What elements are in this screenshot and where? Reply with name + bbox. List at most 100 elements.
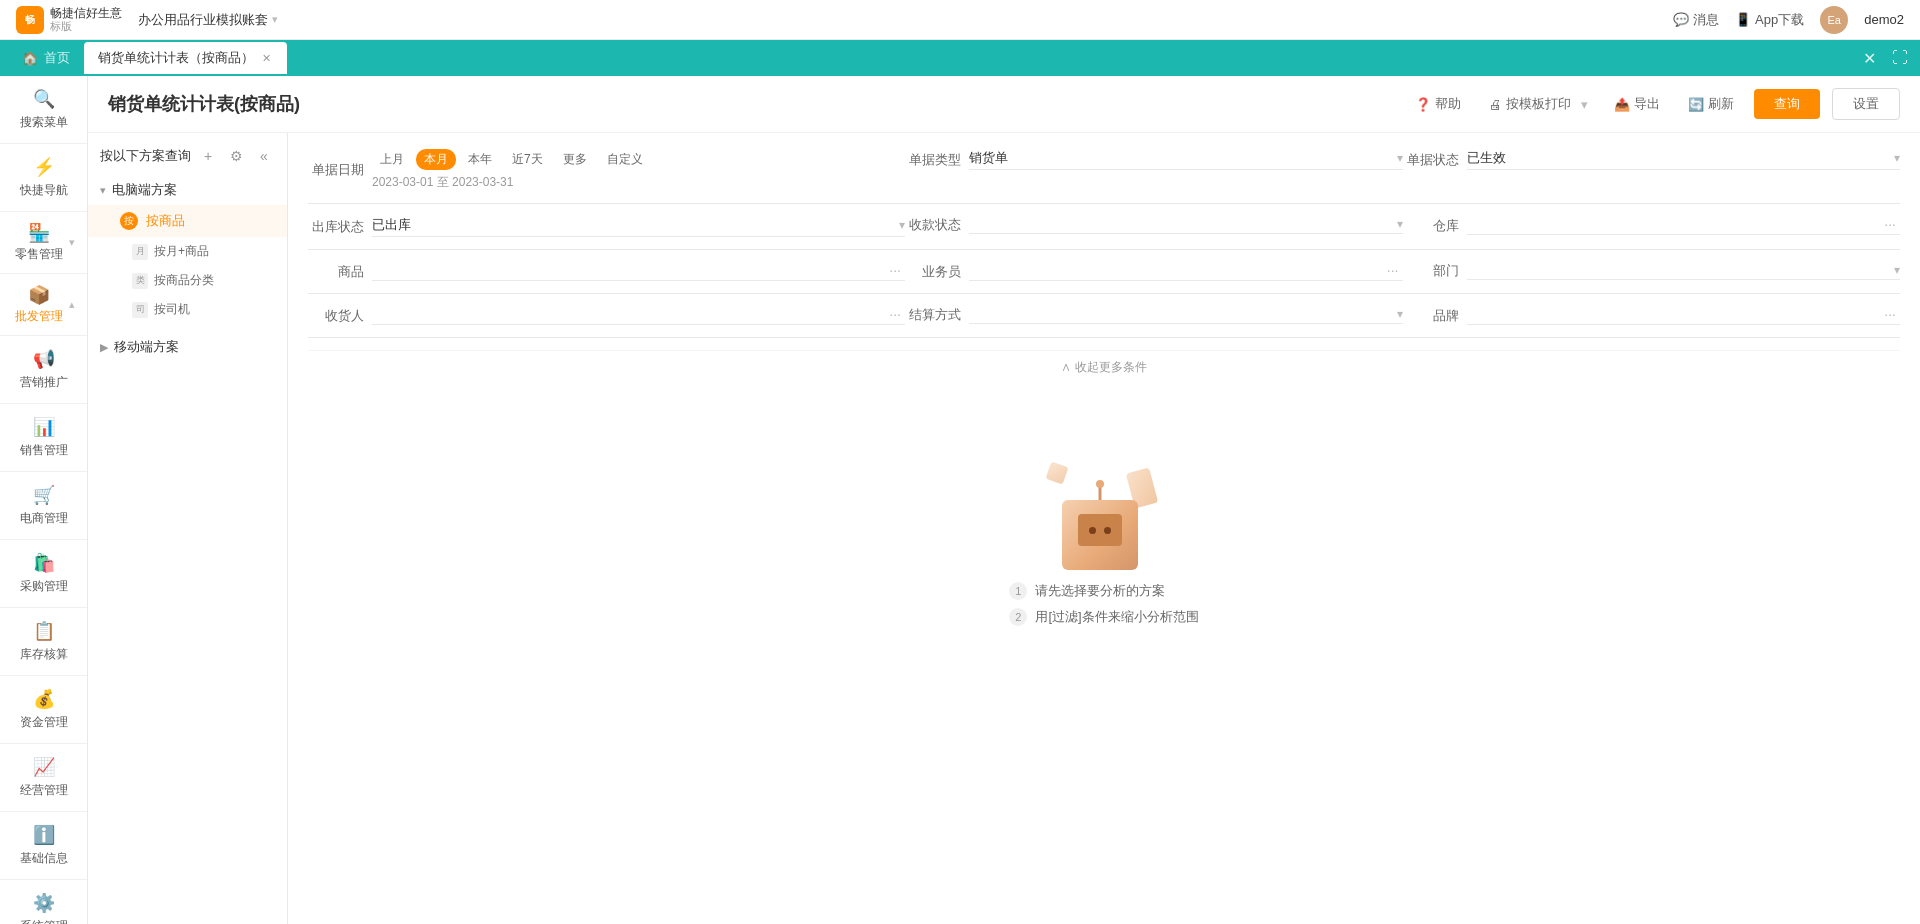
consignee-ellipsis-icon[interactable]: ··· [885, 306, 905, 322]
category-icon: 类 [132, 273, 148, 289]
date-btn-last-7[interactable]: 近7天 [504, 149, 551, 170]
doc-type-input-wrap: 销货单 ▾ [969, 149, 1403, 170]
warehouse-input-wrap: ··· [1467, 216, 1901, 235]
scheme-subitem-month-product[interactable]: 月 按月+商品 [88, 237, 287, 266]
workspace-selector[interactable]: 办公用品行业模拟账套 ▾ [130, 7, 286, 33]
sidebar-item-wholesale[interactable]: 📦 批发管理 ▴ [0, 274, 87, 336]
empty-state: 1 请先选择要分析的方案 2 用[过滤]条件来缩小分析范围 [288, 400, 1920, 686]
collapse-bar[interactable]: ∧ 收起更多条件 [308, 350, 1900, 384]
purchase-icon: 🛍️ [33, 552, 55, 574]
filter-field-doc-type: 单据类型 销货单 ▾ [905, 149, 1403, 170]
payment-label: 结算方式 [905, 306, 961, 324]
date-btn-last-month[interactable]: 上月 [372, 149, 412, 170]
illustration-float [1045, 461, 1068, 484]
print-button[interactable]: 🖨 按模板打印 [1481, 91, 1575, 117]
sidebar-item-search[interactable]: 🔍 搜索菜单 [0, 76, 87, 144]
print-button-group: 🖨 按模板打印 ▾ [1481, 91, 1594, 117]
add-scheme-button[interactable]: + [197, 145, 219, 167]
cashier-icon: 司 [132, 302, 148, 318]
filter-field-product: 商品 ··· [308, 262, 905, 281]
ecom-icon: 🛒 [33, 484, 55, 506]
illustration-box [1062, 500, 1138, 570]
filter-field-receipt-status: 收款状态 ▾ [905, 216, 1403, 234]
sales-rep-input-wrap: ··· [969, 262, 1403, 281]
main-layout: 🔍 搜索菜单 ⚡ 快捷导航 🏪 零售管理 ▾ 📦 批发管理 ▴ 📢 营销推广 [0, 76, 1920, 924]
print-dropdown-button[interactable]: ▾ [1575, 93, 1594, 116]
warehouse-ellipsis-icon[interactable]: ··· [1880, 216, 1900, 232]
page-content: 销货单统计计表(按商品) ❓ 帮助 🖨 按模板打印 ▾ 📤 [88, 76, 1920, 924]
sidebar-item-retail[interactable]: 🏪 零售管理 ▾ [0, 212, 87, 274]
illustration-antenna [1099, 486, 1102, 500]
scheme-subitem-category[interactable]: 类 按商品分类 [88, 266, 287, 295]
scheme-collapse-button[interactable]: « [253, 145, 275, 167]
message-action[interactable]: 💬 消息 [1673, 11, 1719, 29]
filter-field-brand: 品牌 ··· [1403, 306, 1901, 325]
month-product-icon: 月 [132, 244, 148, 260]
tab-home[interactable]: 🏠 首页 [8, 42, 84, 74]
basic-icon: ℹ️ [33, 824, 55, 846]
retail-arrow-icon: ▾ [69, 236, 75, 249]
sidebar-item-purchase[interactable]: 🛍️ 采购管理 [0, 540, 87, 608]
scheme-settings-button[interactable]: ⚙ [225, 145, 247, 167]
filter-row-1: 单据日期 上月 本月 本年 近7天 更多 自定义 [308, 149, 1900, 204]
inventory-icon: 📋 [33, 620, 55, 642]
filter-row-3: 商品 ··· 业务员 ··· [308, 262, 1900, 294]
dept-chevron-icon[interactable]: ▾ [1894, 263, 1900, 277]
tab-close-all-icon[interactable]: ✕ [1859, 45, 1880, 72]
doc-status-input-wrap: 已生效 ▾ [1467, 149, 1901, 170]
brand-ellipsis-icon[interactable]: ··· [1880, 306, 1900, 322]
filter-field-warehouse: 仓库 ··· [1403, 216, 1901, 235]
scheme-group-mobile-header[interactable]: ▶ 移动端方案 [88, 332, 287, 362]
doc-status-label: 单据状态 [1403, 151, 1459, 169]
tab-close-icon[interactable]: ✕ [260, 50, 273, 67]
sales-rep-ellipsis-icon[interactable]: ··· [1383, 262, 1403, 278]
chevron-down-icon: ▾ [272, 13, 278, 26]
filter-field-consignee: 收货人 ··· [308, 306, 905, 325]
payment-input-wrap: ▾ [969, 307, 1403, 324]
sidebar-item-marketing[interactable]: 📢 营销推广 [0, 336, 87, 404]
by-product-icon: 按 [120, 212, 138, 230]
scheme-group-desktop-header[interactable]: ▾ 电脑端方案 [88, 175, 287, 205]
avatar[interactable]: Ea [1820, 6, 1848, 34]
marketing-icon: 📢 [33, 348, 55, 370]
quick-nav-icon: ⚡ [33, 156, 55, 178]
page-header: 销货单统计计表(按商品) ❓ 帮助 🖨 按模板打印 ▾ 📤 [88, 76, 1920, 133]
sidebar-item-ops[interactable]: 📈 经营管理 [0, 744, 87, 812]
top-header: 畅 畅捷信好生意 标版 办公用品行业模拟账套 ▾ 💬 消息 📱 App下载 Ea… [0, 0, 1920, 40]
date-btn-more[interactable]: 更多 [555, 149, 595, 170]
mobile-group-arrow-icon: ▶ [100, 341, 108, 354]
date-btn-custom[interactable]: 自定义 [599, 149, 651, 170]
scheme-item-by-product[interactable]: 按 按商品 [88, 205, 287, 237]
refresh-button[interactable]: 🔄 刷新 [1680, 91, 1742, 117]
date-btn-this-year[interactable]: 本年 [460, 149, 500, 170]
illustration-eye-left [1089, 527, 1096, 534]
out-status-value: 已出库 [372, 216, 895, 234]
scheme-panel-actions: + ⚙ « [197, 145, 275, 167]
help-button[interactable]: ❓ 帮助 [1407, 91, 1469, 117]
help-icon: ❓ [1415, 97, 1431, 112]
content-area: 销货单统计计表(按商品) ❓ 帮助 🖨 按模板打印 ▾ 📤 [88, 76, 1920, 924]
doc-status-chevron-icon[interactable]: ▾ [1894, 151, 1900, 165]
sidebar-item-sales-mgmt[interactable]: 📊 销售管理 [0, 404, 87, 472]
sidebar-item-basic[interactable]: ℹ️ 基础信息 [0, 812, 87, 880]
tab-sales-stat[interactable]: 销货单统计计表（按商品） ✕ [84, 42, 287, 74]
tab-expand-icon[interactable]: ⛶ [1888, 45, 1912, 71]
scheme-subitem-cashier[interactable]: 司 按司机 [88, 295, 287, 324]
query-button[interactable]: 查询 [1754, 89, 1820, 119]
app-download-action[interactable]: 📱 App下载 [1735, 11, 1804, 29]
step-1-num: 1 [1009, 582, 1027, 600]
sidebar-item-system[interactable]: ⚙️ 系统管理 [0, 880, 87, 924]
sidebar-item-ecom[interactable]: 🛒 电商管理 [0, 472, 87, 540]
product-ellipsis-icon[interactable]: ··· [885, 262, 905, 278]
date-btn-this-month[interactable]: 本月 [416, 149, 456, 170]
sidebar-item-finance[interactable]: 💰 资金管理 [0, 676, 87, 744]
sidebar-item-quick-nav[interactable]: ⚡ 快捷导航 [0, 144, 87, 212]
receipt-status-input-wrap: ▾ [969, 217, 1403, 234]
settings-button[interactable]: 设置 [1832, 88, 1900, 120]
brand-label: 品牌 [1403, 307, 1459, 325]
empty-step-2: 2 用[过滤]条件来缩小分析范围 [1009, 608, 1198, 626]
scheme-panel-header: 按以下方案查询 + ⚙ « [88, 145, 287, 175]
export-button[interactable]: 📤 导出 [1606, 91, 1668, 117]
sidebar-item-inventory[interactable]: 📋 库存核算 [0, 608, 87, 676]
tab-bar-actions: ✕ ⛶ [1859, 45, 1912, 72]
